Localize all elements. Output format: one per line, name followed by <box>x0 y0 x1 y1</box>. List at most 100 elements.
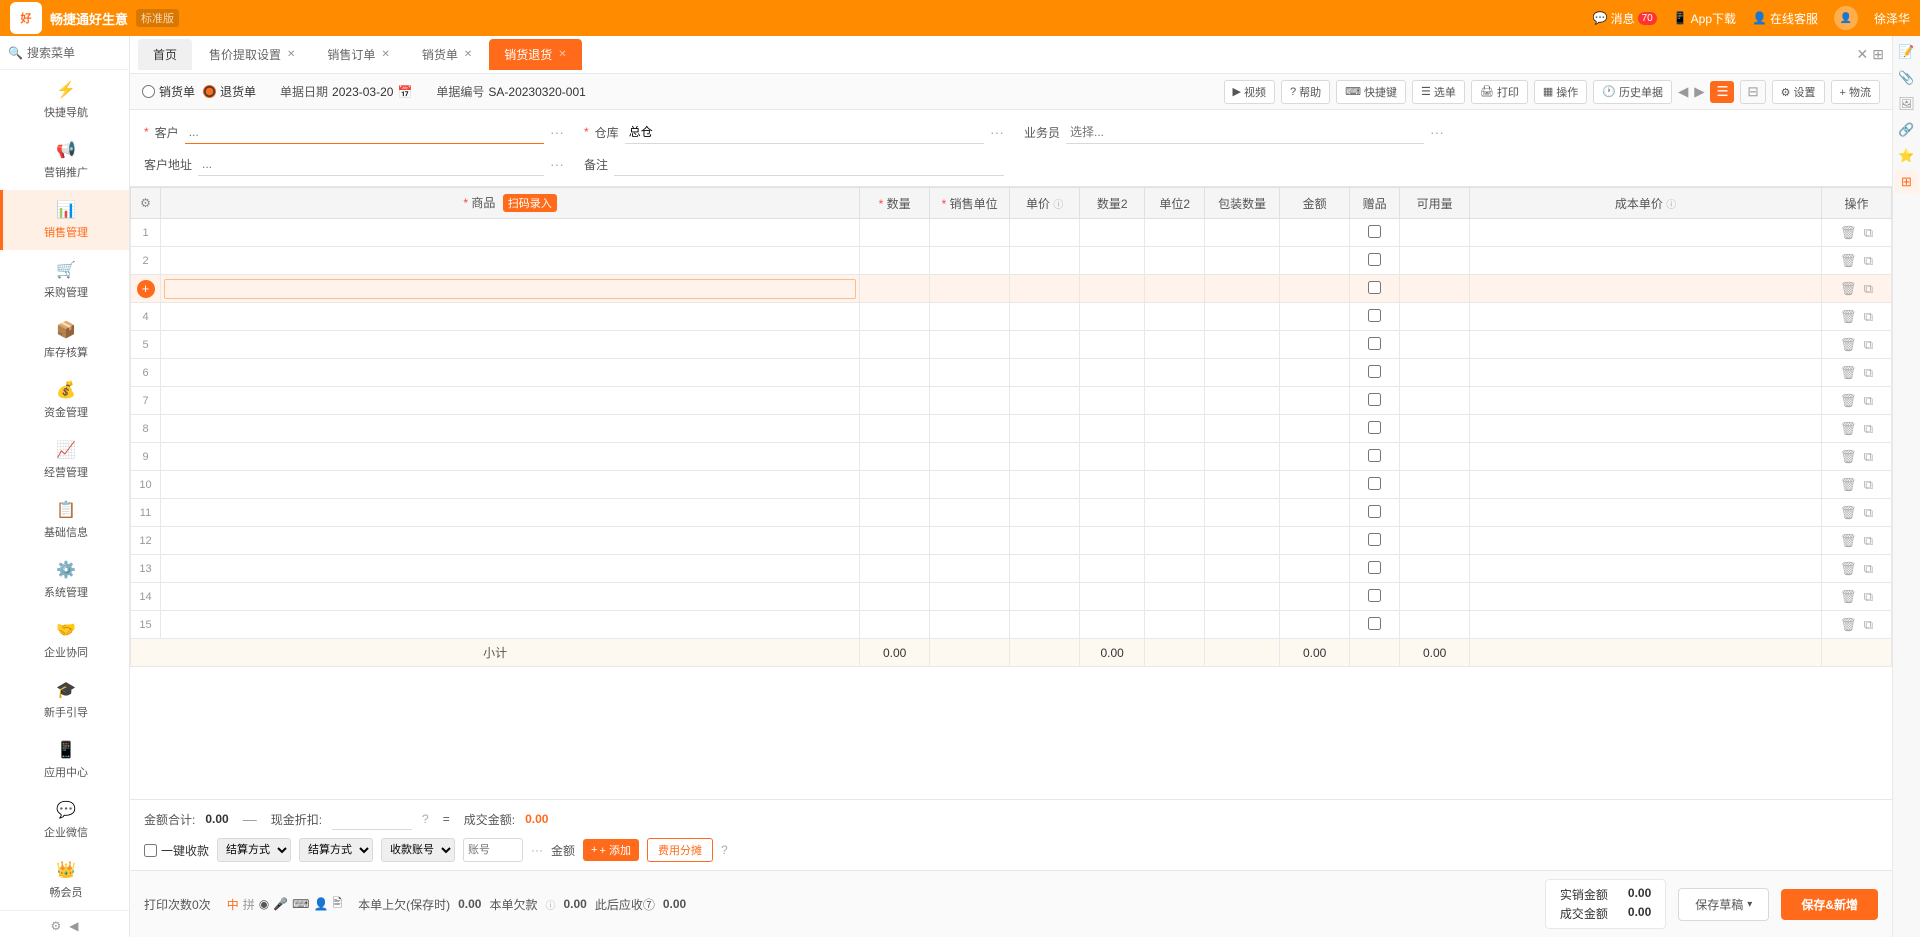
next-record-btn[interactable]: ▶ <box>1694 84 1704 100</box>
gear-icon[interactable]: ⚙ <box>140 196 151 210</box>
close-price-setting-icon[interactable]: ✕ <box>287 49 295 60</box>
radio-return[interactable]: 退货单 <box>203 83 256 100</box>
copy-row-btn[interactable]: ⧉ <box>1862 505 1875 521</box>
billing-method-select[interactable]: 结算方式 <box>217 838 291 862</box>
delete-row-btn[interactable]: 🗑 <box>1838 393 1859 409</box>
copy-row-btn[interactable]: ⧉ <box>1862 225 1875 241</box>
copy-row-btn[interactable]: ⧉ <box>1862 477 1875 493</box>
gift-cell[interactable] <box>1350 611 1400 639</box>
gift-cell[interactable] <box>1350 443 1400 471</box>
save-draft-btn[interactable]: 保存草稿 ▾ <box>1678 888 1769 921</box>
sidebar-item-member[interactable]: 👑 畅会员 <box>0 850 129 910</box>
right-sidebar-link-icon[interactable]: 🔗 <box>1895 118 1919 142</box>
customer-dots-btn[interactable]: ··· <box>550 124 564 140</box>
staff-input[interactable] <box>1066 120 1424 144</box>
right-sidebar-note-icon[interactable]: 📝 <box>1895 40 1919 64</box>
delete-row-btn[interactable]: 🗑 <box>1838 477 1859 493</box>
delete-row-btn[interactable]: 🗑 <box>1838 505 1859 521</box>
copy-row-btn[interactable]: ⧉ <box>1862 561 1875 577</box>
staff-dots-btn[interactable]: ··· <box>1430 124 1444 140</box>
sidebar-settings-icon[interactable]: ⚙ <box>51 919 62 933</box>
sidebar-item-operations[interactable]: 📈 经营管理 <box>0 430 129 490</box>
copy-row-btn[interactable]: ⧉ <box>1862 253 1875 269</box>
tab-sales-return[interactable]: 销货退货 ✕ <box>489 39 581 70</box>
history-btn[interactable]: 🕐 历史单据 <box>1593 80 1672 104</box>
gift-cell[interactable] <box>1350 583 1400 611</box>
delete-row-btn[interactable]: 🗑 <box>1838 365 1859 381</box>
one-click-payment-checkbox[interactable]: 一键收款 <box>144 842 209 859</box>
gift-cell[interactable] <box>1350 471 1400 499</box>
right-sidebar-attachment-icon[interactable]: 📎 <box>1895 66 1919 90</box>
account-input[interactable] <box>463 838 523 862</box>
copy-row-btn[interactable]: ⧉ <box>1862 533 1875 549</box>
calendar-icon[interactable]: 📅 <box>397 85 412 99</box>
gift-cell[interactable] <box>1350 499 1400 527</box>
user-name[interactable]: 徐泽华 <box>1874 10 1910 27</box>
delete-row-btn[interactable]: 🗑 <box>1838 281 1859 297</box>
right-sidebar-expand-icon[interactable]: ⊞ <box>1895 170 1919 194</box>
delete-row-btn[interactable]: 🗑 <box>1838 421 1859 437</box>
gift-cell[interactable] <box>1350 527 1400 555</box>
radio-delivery[interactable]: 销货单 <box>142 83 195 100</box>
sidebar-item-sys-mgmt[interactable]: ⚙️ 系统管理 <box>0 550 129 610</box>
copy-row-btn[interactable]: ⧉ <box>1862 281 1875 297</box>
gift-cell[interactable] <box>1350 387 1400 415</box>
product-cell[interactable] <box>161 275 860 303</box>
sidebar-item-purchase[interactable]: 🛒 采购管理 <box>0 250 129 310</box>
operate-btn[interactable]: ▦ 操作 <box>1534 80 1587 104</box>
help-formula-icon[interactable]: ? <box>422 812 429 826</box>
copy-row-btn[interactable]: ⧉ <box>1862 393 1875 409</box>
maximize-tab-btn[interactable]: ⊞ <box>1872 46 1884 63</box>
address-dots-btn[interactable]: ··· <box>550 156 564 172</box>
delete-row-btn[interactable]: 🗑 <box>1838 617 1859 633</box>
copy-row-btn[interactable]: ⧉ <box>1862 617 1875 633</box>
print-btn[interactable]: 🖨 打印 <box>1471 80 1528 104</box>
gift-cell[interactable] <box>1350 359 1400 387</box>
tab-price-setting[interactable]: 售价提取设置 ✕ <box>194 39 310 70</box>
copy-row-btn[interactable]: ⧉ <box>1862 589 1875 605</box>
gift-cell[interactable] <box>1350 275 1400 303</box>
delete-row-btn[interactable]: 🗑 <box>1838 533 1859 549</box>
close-sales-return-icon[interactable]: ✕ <box>558 49 566 60</box>
address-input[interactable] <box>198 152 544 176</box>
right-sidebar-star-icon[interactable]: ⭐ <box>1895 144 1919 168</box>
sidebar-collapse-icon[interactable]: ◀ <box>69 919 78 933</box>
delete-row-btn[interactable]: 🗑 <box>1838 225 1859 241</box>
gift-cell[interactable] <box>1350 331 1400 359</box>
sidebar-item-basic-info[interactable]: 📋 基础信息 <box>0 490 129 550</box>
close-tab-btn[interactable]: ✕ <box>1857 46 1869 63</box>
copy-row-btn[interactable]: ⧉ <box>1862 365 1875 381</box>
video-btn[interactable]: ▶ 视频 <box>1224 80 1275 104</box>
delete-row-btn[interactable]: 🗑 <box>1838 253 1859 269</box>
copy-row-btn[interactable]: ⧉ <box>1862 337 1875 353</box>
calc-method-select[interactable]: 结算方式 <box>299 838 373 862</box>
help-btn[interactable]: ? 帮助 <box>1281 80 1330 104</box>
prev-record-btn[interactable]: ◀ <box>1678 84 1688 100</box>
warehouse-input[interactable] <box>625 120 984 144</box>
add-btn[interactable]: + + 添加 <box>583 839 639 861</box>
close-sales-delivery-icon[interactable]: ✕ <box>464 49 472 60</box>
select-btn[interactable]: ☰ 选单 <box>1412 80 1465 104</box>
sidebar-search[interactable]: 🔍 搜索菜单 <box>0 36 129 70</box>
add-logistics-btn[interactable]: + 物流 <box>1831 80 1880 104</box>
delete-row-btn[interactable]: 🗑 <box>1838 309 1859 325</box>
gift-cell[interactable] <box>1350 247 1400 275</box>
shortcut-btn[interactable]: ⌨ 快捷键 <box>1336 80 1406 104</box>
fee-split-btn[interactable]: 费用分摊 <box>647 838 713 862</box>
scan-input-btn[interactable]: 扫码录入 <box>503 194 557 212</box>
sidebar-item-wechat[interactable]: 💬 企业微信 <box>0 790 129 850</box>
sidebar-item-inventory[interactable]: 📦 库存核算 <box>0 310 129 370</box>
delete-row-btn[interactable]: 🗑 <box>1838 337 1859 353</box>
gift-cell[interactable] <box>1350 415 1400 443</box>
account-dots-btn[interactable]: ··· <box>531 843 543 857</box>
sidebar-item-quick-nav[interactable]: ⚡ 快捷导航 <box>0 70 129 130</box>
list-view-btn[interactable]: ☰ <box>1710 81 1734 103</box>
customer-input[interactable] <box>185 120 544 144</box>
tab-sales-delivery[interactable]: 销货单 ✕ <box>407 39 487 70</box>
sidebar-item-enterprise[interactable]: 🤝 企业协同 <box>0 610 129 670</box>
delete-row-btn[interactable]: 🗑 <box>1838 449 1859 465</box>
messages-btn[interactable]: 💬 消息 70 <box>1593 10 1657 27</box>
copy-row-btn[interactable]: ⧉ <box>1862 309 1875 325</box>
sidebar-item-apps[interactable]: 📱 应用中心 <box>0 730 129 790</box>
app-download-btn[interactable]: 📱 App下载 <box>1673 10 1736 27</box>
